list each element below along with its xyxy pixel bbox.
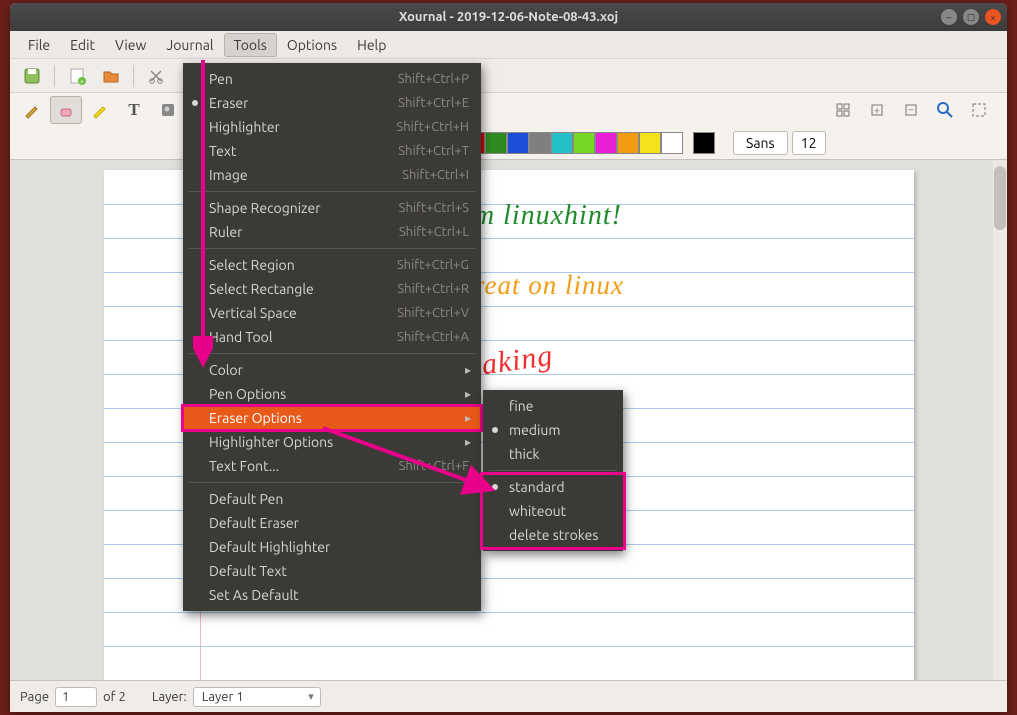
svg-text:+: + (80, 78, 84, 86)
menu-color[interactable]: Color (183, 358, 481, 382)
maximize-button[interactable]: ◻ (963, 9, 979, 25)
color-custom[interactable] (693, 132, 715, 154)
eraser-options-submenu: fine medium thick standard whiteout dele… (483, 390, 623, 551)
menu-journal[interactable]: Journal (156, 33, 223, 57)
new-page-icon[interactable]: + (61, 62, 93, 90)
menu-text[interactable]: TextShift+Ctrl+T (183, 139, 481, 163)
page-number-input[interactable]: 1 (55, 687, 97, 707)
layer-label: Layer: (152, 690, 187, 704)
menu-pen-options[interactable]: Pen Options (183, 382, 481, 406)
menubar: File Edit View Journal Tools Options Hel… (10, 31, 1007, 59)
menu-tools[interactable]: Tools (224, 33, 277, 57)
window-title: Xournal - 2019-12-06-Note-08-43.xoj (399, 10, 618, 24)
vertical-scrollbar[interactable] (993, 160, 1007, 680)
zoom-icon[interactable] (929, 96, 961, 124)
open-icon[interactable] (95, 62, 127, 90)
color-lime[interactable] (573, 132, 595, 154)
menu-ruler[interactable]: RulerShift+Ctrl+L (183, 220, 481, 244)
color-cyan[interactable] (551, 132, 573, 154)
menu-edit[interactable]: Edit (60, 33, 105, 57)
text-tool-icon[interactable]: T (118, 96, 150, 124)
menu-default-eraser[interactable]: Default Eraser (183, 511, 481, 535)
zoom-in-icon[interactable]: + (861, 96, 893, 124)
scrollbar-thumb[interactable] (994, 166, 1006, 230)
separator (189, 248, 475, 249)
color-blue[interactable] (507, 132, 529, 154)
style-bar: Sans 12 (10, 126, 1007, 160)
menu-select-rectangle[interactable]: Select RectangleShift+Ctrl+R (183, 277, 481, 301)
menu-default-highlighter[interactable]: Default Highlighter (183, 535, 481, 559)
menu-pen[interactable]: PenShift+Ctrl+P (183, 67, 481, 91)
menu-vertical-space[interactable]: Vertical SpaceShift+Ctrl+V (183, 301, 481, 325)
separator (189, 191, 475, 192)
svg-text:−: − (908, 104, 914, 116)
svg-text:+: + (874, 105, 880, 117)
minimize-button[interactable]: – (941, 9, 957, 25)
pen-tool-icon[interactable] (16, 96, 48, 124)
menu-view[interactable]: View (105, 33, 156, 57)
statusbar: Page 1 of 2 Layer: Layer 1 (10, 680, 1007, 712)
zoom-out-icon[interactable]: − (895, 96, 927, 124)
separator (133, 65, 134, 87)
titlebar: Xournal - 2019-12-06-Note-08-43.xoj – ◻ … (10, 3, 1007, 31)
menu-text-font[interactable]: Text Font...Shift+Ctrl+F (183, 454, 481, 478)
menu-options[interactable]: Options (277, 33, 347, 57)
menu-help[interactable]: Help (347, 33, 396, 57)
window-controls: – ◻ × (941, 9, 1001, 25)
menu-file[interactable]: File (18, 33, 60, 57)
color-orange[interactable] (617, 132, 639, 154)
highlighter-tool-icon[interactable] (84, 96, 116, 124)
tools-dropdown: PenShift+Ctrl+P EraserShift+Ctrl+E Highl… (183, 63, 481, 611)
page-label: Page (20, 690, 49, 704)
page-select-icon[interactable] (827, 96, 859, 124)
separator (54, 65, 55, 87)
separator (189, 353, 475, 354)
app-window: Xournal - 2019-12-06-Note-08-43.xoj – ◻ … (10, 3, 1007, 712)
font-size-spin[interactable]: 12 (792, 131, 826, 155)
color-gray[interactable] (529, 132, 551, 154)
save-icon[interactable] (16, 62, 48, 90)
page-of-label: of 2 (103, 690, 126, 704)
eraser-standard[interactable]: standard (483, 475, 623, 499)
menu-highlighter-options[interactable]: Highlighter Options (183, 430, 481, 454)
eraser-medium[interactable]: medium (483, 418, 623, 442)
menu-hand-tool[interactable]: Hand ToolShift+Ctrl+A (183, 325, 481, 349)
menu-shape-recognizer[interactable]: Shape RecognizerShift+Ctrl+S (183, 196, 481, 220)
color-green[interactable] (485, 132, 507, 154)
menu-set-as-default[interactable]: Set As Default (183, 583, 481, 607)
eraser-delete-strokes[interactable]: delete strokes (483, 523, 623, 547)
color-yellow[interactable] (639, 132, 661, 154)
menu-highlighter[interactable]: HighlighterShift+Ctrl+H (183, 115, 481, 139)
menu-default-text[interactable]: Default Text (183, 559, 481, 583)
close-button[interactable]: × (985, 9, 1001, 25)
eraser-modes-annotation: standard whiteout delete strokes (483, 475, 623, 547)
layer-select[interactable]: Layer 1 (193, 687, 321, 707)
eraser-thick[interactable]: thick (483, 442, 623, 466)
eraser-whiteout[interactable]: whiteout (483, 499, 623, 523)
eraser-tool-icon[interactable] (50, 96, 82, 124)
font-family-select[interactable]: Sans (733, 131, 788, 155)
fullscreen-icon[interactable] (963, 96, 995, 124)
color-white[interactable] (661, 132, 683, 154)
separator (489, 470, 617, 471)
separator (189, 482, 475, 483)
menu-select-region[interactable]: Select RegionShift+Ctrl+G (183, 253, 481, 277)
menu-eraser-options[interactable]: Eraser Options (183, 406, 481, 430)
tool-options-bar: T + − (10, 93, 1007, 127)
eraser-fine[interactable]: fine (483, 394, 623, 418)
menu-default-pen[interactable]: Default Pen (183, 487, 481, 511)
image-tool-icon[interactable] (152, 96, 184, 124)
cut-icon[interactable] (140, 62, 172, 90)
color-magenta[interactable] (595, 132, 617, 154)
menu-eraser[interactable]: EraserShift+Ctrl+E (183, 91, 481, 115)
main-toolbar: + (10, 59, 1007, 93)
menu-image[interactable]: ImageShift+Ctrl+I (183, 163, 481, 187)
